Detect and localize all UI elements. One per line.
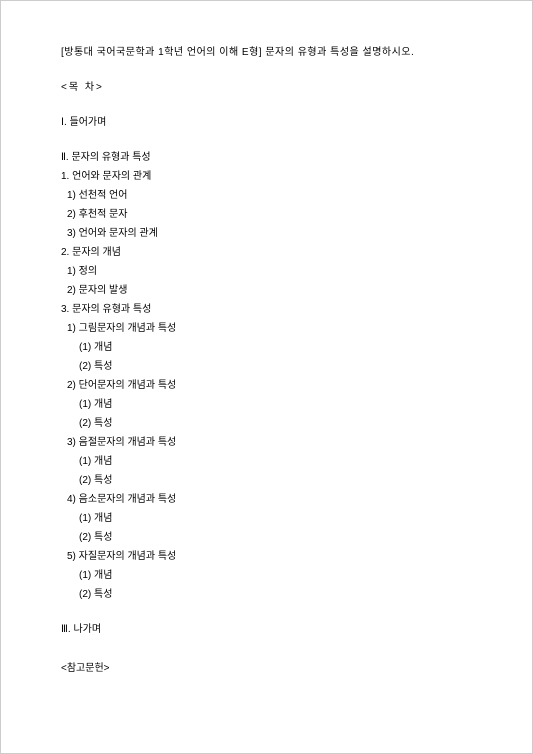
toc-subitem: 2) 문자의 발생 <box>61 281 472 300</box>
section-heading: Ⅲ. 나가며 <box>61 620 472 639</box>
toc-item: 1. 언어와 문자의 관계 <box>61 167 472 186</box>
toc-subsubitem: (2) 특성 <box>61 357 472 376</box>
toc-subsubitem: (2) 특성 <box>61 528 472 547</box>
toc-subsubitem: (2) 특성 <box>61 414 472 433</box>
toc-item: 3. 문자의 유형과 특성 <box>61 300 472 319</box>
toc-subsubitem: (1) 개념 <box>61 338 472 357</box>
section-heading: Ⅱ. 문자의 유형과 특성 <box>61 148 472 167</box>
section-heading: Ⅰ. 들어가며 <box>61 113 472 132</box>
document-page: [방통대 국어국문학과 1학년 언어의 이해 E형] 문자의 유형과 특성을 설… <box>0 0 533 754</box>
toc-subitem: 3) 음절문자의 개념과 특성 <box>61 433 472 452</box>
section-intro: Ⅰ. 들어가며 <box>61 113 472 132</box>
toc-subitem: 2) 단어문자의 개념과 특성 <box>61 376 472 395</box>
document-title: [방통대 국어국문학과 1학년 언어의 이해 E형] 문자의 유형과 특성을 설… <box>61 43 472 62</box>
toc-subitem: 2) 후천적 문자 <box>61 205 472 224</box>
toc-item: 2. 문자의 개념 <box>61 243 472 262</box>
toc-subitem: 1) 정의 <box>61 262 472 281</box>
section-body: Ⅱ. 문자의 유형과 특성 1. 언어와 문자의 관계 1) 선천적 언어 2)… <box>61 148 472 604</box>
toc-subsubitem: (2) 특성 <box>61 471 472 490</box>
toc-subsubitem: (1) 개념 <box>61 452 472 471</box>
toc-subitem: 1) 선천적 언어 <box>61 186 472 205</box>
section-conclusion: Ⅲ. 나가며 <box>61 620 472 639</box>
references-heading: <참고문헌> <box>61 659 472 678</box>
toc-subsubitem: (1) 개념 <box>61 566 472 585</box>
toc-subsubitem: (1) 개념 <box>61 395 472 414</box>
toc-subitem: 5) 자질문자의 개념과 특성 <box>61 547 472 566</box>
toc-subitem: 1) 그림문자의 개념과 특성 <box>61 319 472 338</box>
toc-subsubitem: (1) 개념 <box>61 509 472 528</box>
toc-subsubitem: (2) 특성 <box>61 585 472 604</box>
toc-subitem: 3) 언어와 문자의 관계 <box>61 224 472 243</box>
toc-header: <목 차> <box>61 78 472 97</box>
toc-subitem: 4) 음소문자의 개념과 특성 <box>61 490 472 509</box>
